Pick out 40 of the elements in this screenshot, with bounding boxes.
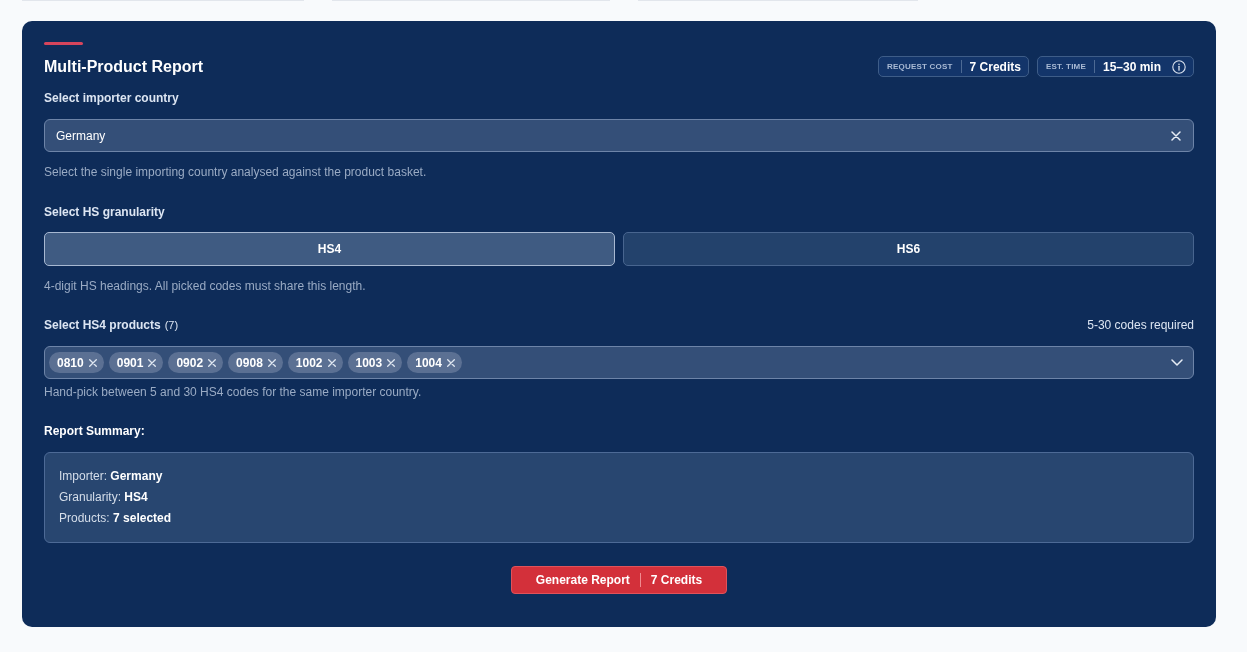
field-label: Select importer country [44, 90, 179, 106]
remove-icon[interactable] [267, 358, 276, 367]
remove-icon[interactable] [88, 358, 97, 367]
generate-report-button[interactable]: Generate Report 7 Credits [511, 566, 727, 594]
remove-icon[interactable] [327, 358, 336, 367]
badge-value: 7 Credits [969, 58, 1021, 76]
summary-line: Importer: Germany [59, 468, 163, 485]
product-tag[interactable]: 0810 [49, 352, 104, 373]
badge-label: REQUEST COST [887, 60, 953, 73]
granularity-option[interactable]: HS6 [623, 232, 1194, 266]
product-tag[interactable]: 1004 [407, 352, 462, 373]
card-title: Multi-Product Report [44, 56, 204, 77]
help-text: Select the single importing country analysed against the product basket. [44, 164, 427, 180]
product-tag[interactable]: 0901 [108, 352, 164, 373]
accent-line [44, 42, 83, 45]
help-text: Hand-pick between 5 and 30 HS4 codes for the same importer country. [44, 384, 422, 400]
chevron-down-icon[interactable] [1171, 359, 1183, 366]
section-title: Report Summary: [44, 423, 145, 439]
remove-icon[interactable] [446, 358, 455, 367]
product-tag[interactable]: 1003 [347, 352, 403, 373]
product-tag[interactable]: 1002 [287, 352, 343, 373]
requirement-text: 5-30 codes required [1087, 317, 1194, 333]
field-label: Select HS4 products [44, 317, 161, 333]
country-select[interactable]: Germany [44, 119, 1194, 152]
product-tag[interactable]: 0902 [168, 352, 224, 373]
badge-label: EST. TIME [1045, 60, 1086, 73]
product-multiselect[interactable]: 0810 0901 0902 0908 1002 1003 1004 [44, 346, 1194, 379]
clear-icon[interactable] [1171, 130, 1181, 141]
selection-count: (7) [164, 318, 179, 333]
help-text: 4-digit HS headings. All picked codes must share this length. [44, 278, 366, 294]
remove-icon[interactable] [148, 358, 157, 367]
info-icon[interactable] [1172, 59, 1186, 74]
summary-line: Products: 7 selected [59, 510, 172, 527]
remove-icon[interactable] [387, 358, 396, 367]
remove-icon[interactable] [208, 358, 217, 367]
field-label: Select HS granularity [44, 204, 165, 220]
badge-value: 15–30 min [1102, 58, 1161, 76]
product-tag[interactable]: 0908 [228, 352, 283, 373]
granularity-option[interactable]: HS4 [44, 232, 615, 266]
summary-line: Granularity: HS4 [59, 489, 148, 506]
